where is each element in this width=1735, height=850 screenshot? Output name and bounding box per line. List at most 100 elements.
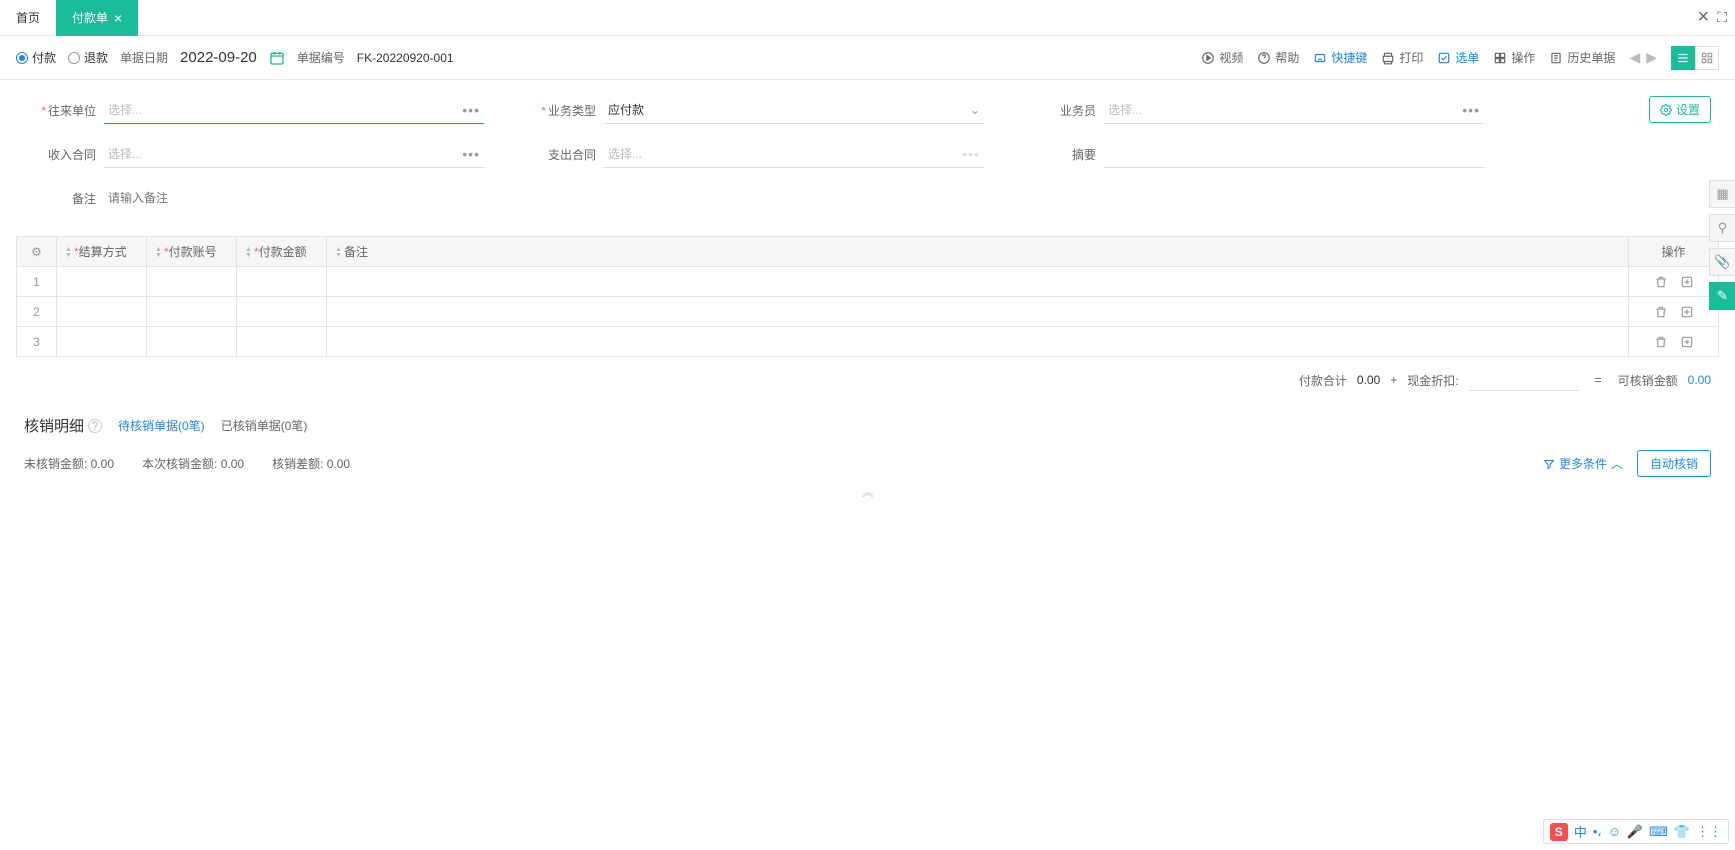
col-account[interactable]: ▲▼*付款账号 <box>147 237 237 267</box>
cell-settle[interactable] <box>57 267 147 297</box>
settings-column[interactable]: ⚙ <box>17 237 57 267</box>
cell-amount[interactable] <box>237 297 327 327</box>
cell-op <box>1629 297 1719 327</box>
ime-bar: S 中 •، ☺ 🎤 ⌨ 👕 ⋮⋮ <box>1543 819 1729 844</box>
biztype-select[interactable]: 应付款 ⌄ <box>604 96 984 124</box>
delete-row-icon[interactable] <box>1654 335 1668 349</box>
more-icon[interactable]: ••• <box>1462 102 1480 118</box>
plus-sign: + <box>1390 373 1397 387</box>
collapse-icon[interactable]: ︽ <box>24 483 1711 500</box>
view-list-button[interactable] <box>1671 46 1695 70</box>
prev-icon[interactable]: ◀ <box>1629 49 1640 66</box>
ime-skin-icon[interactable]: 👕 <box>1674 824 1690 840</box>
col-settle[interactable]: ▲▼*结算方式 <box>57 237 147 267</box>
cell-remark[interactable] <box>327 297 1629 327</box>
ime-lang[interactable]: 中 <box>1574 822 1587 841</box>
expense-contract-label: 支出合同 <box>524 146 596 163</box>
radio-refund[interactable]: 退款 <box>68 49 108 66</box>
video-button[interactable]: 视频 <box>1201 49 1243 66</box>
cell-amount[interactable] <box>237 327 327 357</box>
bill-no-label: 单据编号 <box>297 49 345 66</box>
select-button[interactable]: 选单 <box>1437 49 1479 66</box>
view-toggle <box>1671 46 1719 70</box>
view-grid-button[interactable] <box>1695 46 1719 70</box>
help-button[interactable]: 帮助 <box>1257 49 1299 66</box>
delete-row-icon[interactable] <box>1654 305 1668 319</box>
settings-button[interactable]: 设置 <box>1649 96 1711 123</box>
delete-row-icon[interactable] <box>1654 275 1668 289</box>
tab-payment-label: 付款单 <box>72 9 108 26</box>
cell-amount[interactable] <box>237 267 327 297</box>
ime-icon[interactable]: •، <box>1593 824 1602 840</box>
expense-contract-input[interactable]: 选择... ••• <box>604 140 984 168</box>
tab-payment[interactable]: 付款单 × <box>56 0 138 36</box>
table-row[interactable]: 3 <box>17 327 1719 357</box>
gear-icon[interactable]: ⚙ <box>31 245 42 259</box>
payment-type-radio-group: 付款 退款 <box>16 49 108 66</box>
remark-label: 备注 <box>24 190 96 207</box>
tab-home[interactable]: 首页 <box>0 0 56 36</box>
cell-account[interactable] <box>147 267 237 297</box>
writeoff-diff: 核销差额: 0.00 <box>272 455 350 472</box>
cell-settle[interactable] <box>57 297 147 327</box>
cell-settle[interactable] <box>57 327 147 357</box>
side-btn-edit[interactable]: ✎ <box>1709 282 1735 310</box>
auto-writeoff-button[interactable]: 自动核销 <box>1637 450 1711 477</box>
table-row[interactable]: 1 <box>17 267 1719 297</box>
partner-input[interactable]: 选择... ••• <box>104 96 484 124</box>
radio-icon <box>68 52 80 64</box>
summary-row: 付款合计 0.00 + 现金折扣: = 可核销金额 0.00 <box>0 357 1735 403</box>
radio-pay-label: 付款 <box>32 49 56 66</box>
history-button[interactable]: 历史单据 <box>1549 49 1615 66</box>
ime-emoji-icon[interactable]: ☺ <box>1608 824 1621 839</box>
next-icon[interactable]: ▶ <box>1646 49 1657 66</box>
side-btn-attach[interactable]: 📎 <box>1709 248 1735 276</box>
ime-keyboard-icon[interactable]: ⌨ <box>1649 824 1668 840</box>
unwriteoff-amount: 未核销金额: 0.00 <box>24 455 114 472</box>
summary-label: 摘要 <box>1024 146 1096 163</box>
writeoff-amt-label: 可核销金额 <box>1618 372 1678 389</box>
shortcut-button[interactable]: 快捷键 <box>1313 49 1367 66</box>
discount-label: 现金折扣: <box>1407 372 1458 389</box>
fullscreen-icon[interactable]: ⛶ <box>1717 9 1727 26</box>
add-row-icon[interactable] <box>1680 335 1694 349</box>
info-icon[interactable]: ? <box>88 419 102 433</box>
col-amount[interactable]: ▲▼*付款金额 <box>237 237 327 267</box>
operate-button[interactable]: 操作 <box>1493 49 1535 66</box>
income-contract-input[interactable]: 选择... ••• <box>104 140 484 168</box>
side-btn-2[interactable]: ⚲ <box>1709 214 1735 242</box>
close-icon[interactable]: × <box>114 10 122 26</box>
row-index: 3 <box>17 327 57 357</box>
calendar-icon[interactable] <box>269 50 285 66</box>
more-icon[interactable]: ••• <box>462 102 480 118</box>
bill-date-value[interactable]: 2022-09-20 <box>180 49 257 66</box>
toolbar: 付款 退款 单据日期 2022-09-20 单据编号 FK-20220920-0… <box>0 36 1735 80</box>
window-close-icon[interactable]: × <box>1698 6 1710 29</box>
more-conditions-button[interactable]: 更多条件 ︿ <box>1543 455 1623 472</box>
remark-input[interactable] <box>104 184 1711 212</box>
ime-menu-icon[interactable]: ⋮⋮ <box>1696 824 1722 840</box>
cell-account[interactable] <box>147 327 237 357</box>
more-icon[interactable]: ••• <box>962 146 980 162</box>
ime-logo[interactable]: S <box>1550 823 1568 841</box>
add-row-icon[interactable] <box>1680 275 1694 289</box>
cell-account[interactable] <box>147 297 237 327</box>
toolbar-actions: 视频 帮助 快捷键 打印 选单 操作 历史单据 ◀ ▶ <box>1201 46 1719 70</box>
salesman-input[interactable]: 选择... ••• <box>1104 96 1484 124</box>
cell-remark[interactable] <box>327 267 1629 297</box>
more-icon[interactable]: ••• <box>462 146 480 162</box>
col-remark[interactable]: ▲▼备注 <box>327 237 1629 267</box>
add-row-icon[interactable] <box>1680 305 1694 319</box>
summary-input[interactable] <box>1104 140 1484 168</box>
cell-op <box>1629 267 1719 297</box>
writeoff-tab-done[interactable]: 已核销单据(0笔) <box>221 417 308 434</box>
ime-mic-icon[interactable]: 🎤 <box>1627 824 1643 840</box>
equals-sign: = <box>1595 373 1602 387</box>
table-row[interactable]: 2 <box>17 297 1719 327</box>
print-button[interactable]: 打印 <box>1381 49 1423 66</box>
side-btn-1[interactable]: ▦ <box>1709 180 1735 208</box>
cell-remark[interactable] <box>327 327 1629 357</box>
radio-pay[interactable]: 付款 <box>16 49 56 66</box>
writeoff-tab-pending[interactable]: 待核销单据(0笔) <box>118 417 205 434</box>
discount-input[interactable] <box>1469 369 1579 391</box>
